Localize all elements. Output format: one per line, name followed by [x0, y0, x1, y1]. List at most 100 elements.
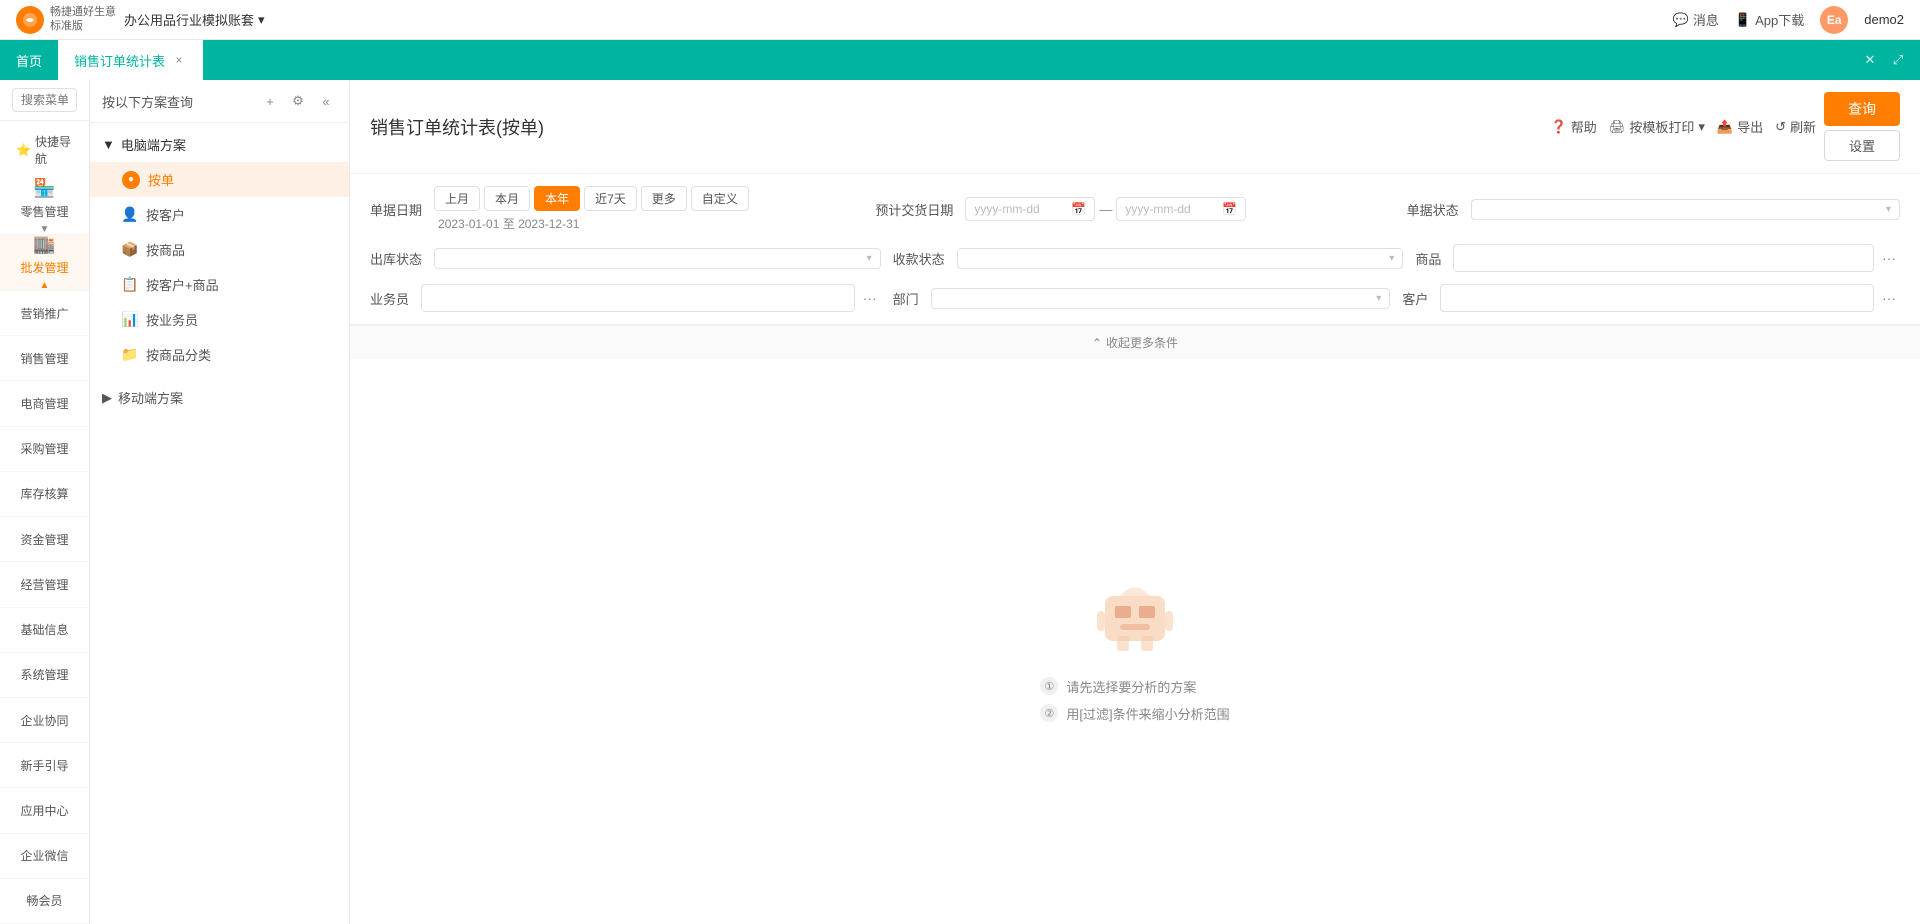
scheme-panel-title: 按以下方案查询: [102, 92, 193, 111]
query-button[interactable]: 查询: [1824, 92, 1900, 126]
dropdown-arrow-icon: ▾: [258, 12, 265, 28]
sidebar-label-enterprise: 企业协同: [20, 712, 68, 729]
scheme-item-by-order[interactable]: ● 按单: [90, 162, 349, 197]
date-label: 单据日期: [370, 200, 422, 219]
refresh-button[interactable]: ↺ 刷新: [1775, 117, 1816, 136]
sidebar-item-inventory[interactable]: 库存核算: [0, 472, 89, 517]
settings-button[interactable]: 设置: [1824, 130, 1900, 161]
status-select[interactable]: ▾: [1471, 199, 1900, 220]
print-button[interactable]: 🖨 按模板打印 ▾: [1609, 117, 1705, 136]
scheme-item-by-goods[interactable]: 📦 按商品: [90, 232, 349, 267]
tab-close-icon[interactable]: ×: [171, 52, 187, 68]
calendar-icon-end: 📅: [1222, 202, 1237, 216]
tip-num-1: ①: [1040, 677, 1058, 695]
print-icon: 🖨: [1609, 119, 1626, 135]
category-icon: 📁: [122, 347, 138, 363]
date-btn-this-month[interactable]: 本月: [484, 186, 530, 211]
window-maximize-button[interactable]: ⤢: [1888, 50, 1908, 70]
sidebar-item-marketing[interactable]: 营销推广: [0, 291, 89, 336]
industry-selector[interactable]: 办公用品行业模拟账套 ▾: [124, 10, 265, 29]
sidebar-search-area: [0, 80, 89, 121]
search-input[interactable]: [12, 88, 77, 112]
customer-label: 客户: [1402, 289, 1428, 308]
mobile-scheme-group-header[interactable]: ▶ 移动端方案: [90, 380, 349, 415]
collapse-panel-button[interactable]: «: [315, 90, 337, 112]
chevron-right-icon: ▶: [102, 390, 112, 406]
sidebar-item-purchase[interactable]: 采购管理: [0, 427, 89, 472]
help-button[interactable]: ❓ 帮助: [1551, 117, 1597, 136]
sidebar-item-enterprise[interactable]: 企业协同: [0, 698, 89, 743]
salesperson-more-button[interactable]: ···: [859, 290, 881, 306]
customer-more-button[interactable]: ···: [1878, 290, 1900, 306]
sidebar-item-app-center[interactable]: 应用中心: [0, 788, 89, 833]
collect-status-select[interactable]: ▾: [957, 248, 1404, 269]
scheme-panel-header: 按以下方案查询 + ⚙ «: [90, 80, 349, 123]
ship-status-label: 出库状态: [370, 249, 422, 268]
sidebar-item-newbie[interactable]: 新手引导: [0, 743, 89, 788]
export-button[interactable]: 📤 导出: [1717, 117, 1763, 136]
sidebar-item-sales[interactable]: 销售管理: [0, 336, 89, 381]
sidebar-item-member[interactable]: 畅会员: [0, 879, 89, 924]
scheme-settings-button[interactable]: ⚙: [287, 90, 309, 112]
tab-home[interactable]: 首页: [0, 40, 58, 80]
window-close-button[interactable]: ✕: [1860, 50, 1880, 70]
sidebar-item-system[interactable]: 系统管理: [0, 653, 89, 698]
report-area: 销售订单统计表(按单) ❓ 帮助 🖨 按模板打印 ▾: [350, 80, 1920, 924]
refresh-icon: ↺: [1775, 119, 1786, 135]
dept-label: 部门: [893, 289, 919, 308]
scheme-item-by-customer-goods[interactable]: 📋 按客户+商品: [90, 267, 349, 302]
scheme-item-by-customer[interactable]: 👤 按客户: [90, 197, 349, 232]
collapse-bar[interactable]: ⌃ 收起更多条件: [350, 325, 1920, 359]
expected-date-end[interactable]: yyyy-mm-dd 📅: [1116, 197, 1246, 221]
goods-input[interactable]: [1453, 244, 1874, 272]
date-btn-7days[interactable]: 近7天: [584, 186, 637, 211]
expected-date-start[interactable]: yyyy-mm-dd 📅: [965, 197, 1095, 221]
empty-tip-text-1: 请先选择要分析的方案: [1066, 677, 1196, 696]
sidebar-nav: ⭐ 快捷导航: [0, 121, 89, 179]
salesperson-label: 业务员: [370, 289, 409, 308]
date-btn-last-month[interactable]: 上月: [434, 186, 480, 211]
customer-icon: 👤: [122, 207, 138, 223]
message-button[interactable]: 💬 消息: [1673, 10, 1719, 29]
logo-icon: [16, 6, 44, 34]
goods-more-button[interactable]: ···: [1878, 250, 1900, 266]
tab-sales-order-stats[interactable]: 销售订单统计表 ×: [58, 40, 203, 80]
sidebar-item-basic-info[interactable]: 基础信息: [0, 608, 89, 653]
sidebar-label-wechat: 企业微信: [20, 847, 68, 864]
app-download-button[interactable]: 📱 App下载: [1735, 10, 1804, 29]
date-btn-custom[interactable]: 自定义: [691, 186, 749, 211]
mobile-group-label: 移动端方案: [118, 388, 183, 407]
sidebar-item-finance[interactable]: 资金管理: [0, 517, 89, 562]
salesperson-input[interactable]: [421, 284, 855, 312]
scheme-item-by-category[interactable]: 📁 按商品分类: [90, 337, 349, 372]
date-btn-more[interactable]: 更多: [641, 186, 687, 211]
sidebar-label-inventory: 库存核算: [20, 485, 68, 502]
date-range-text: 2023-01-01 至 2023-12-31: [438, 215, 579, 232]
customer-input[interactable]: [1440, 284, 1874, 312]
sidebar-item-ecommerce[interactable]: 电商管理: [0, 381, 89, 426]
sidebar-item-wholesale[interactable]: 🏬 批发管理 ▲: [0, 235, 89, 291]
sidebar-item-wechat[interactable]: 企业微信: [0, 834, 89, 879]
add-scheme-button[interactable]: +: [259, 90, 281, 112]
top-bar-right: 💬 消息 📱 App下载 Ea demo2: [1673, 6, 1904, 34]
collect-status-arrow: ▾: [1389, 253, 1394, 264]
sidebar-item-retail[interactable]: 🏪 零售管理 ▼: [0, 179, 89, 235]
pc-scheme-group-header[interactable]: ▼ 电脑端方案: [90, 127, 349, 162]
sidebar-item-quick-nav[interactable]: ⭐ 快捷导航: [0, 125, 89, 175]
date-placeholder-start: yyyy-mm-dd: [974, 202, 1039, 216]
logo-area: 畅捷通好生意 标准版: [16, 6, 116, 34]
date-btn-this-year[interactable]: 本年: [534, 186, 580, 211]
sidebar-item-operations[interactable]: 经营管理: [0, 562, 89, 607]
dept-select[interactable]: ▾: [931, 288, 1391, 309]
filter-row-2: 出库状态 ▾ 收款状态 ▾ 商品 ···: [370, 244, 1900, 272]
user-avatar[interactable]: Ea: [1820, 6, 1848, 34]
scheme-panel: 按以下方案查询 + ⚙ « ▼ 电脑端方案 ● 按单 👤 按客户: [90, 80, 350, 924]
username-label: demo2: [1864, 12, 1904, 27]
retail-icon: 🏪: [33, 178, 55, 199]
report-action-links: ❓ 帮助 🖨 按模板打印 ▾ 📤 导出: [1551, 117, 1816, 136]
scheme-item-by-salesperson[interactable]: 📊 按业务员: [90, 302, 349, 337]
ship-status-arrow: ▾: [867, 253, 872, 264]
ship-status-select[interactable]: ▾: [434, 248, 881, 269]
sidebar-label-system: 系统管理: [20, 666, 68, 683]
scheme-panel-actions: + ⚙ «: [259, 90, 337, 112]
